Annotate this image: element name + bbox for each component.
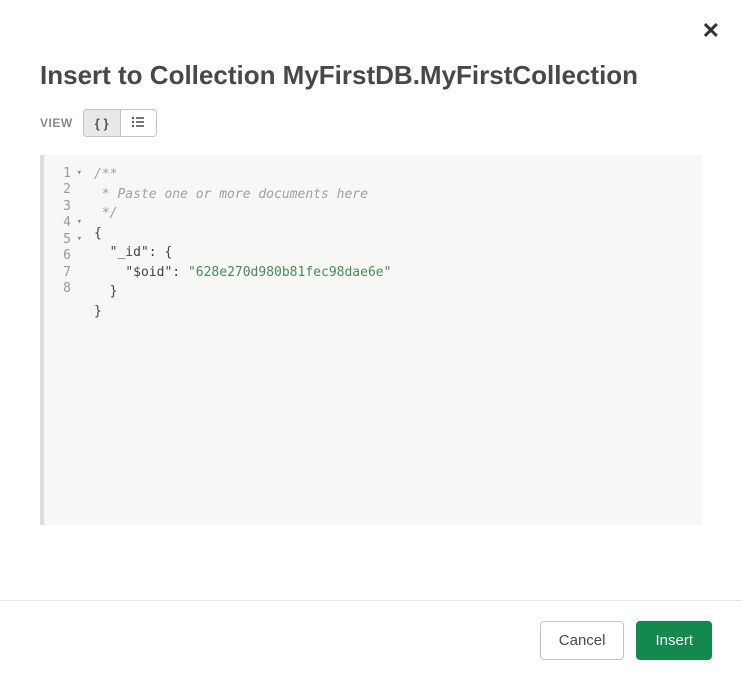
fold-icon[interactable]: ▾ xyxy=(74,216,82,230)
close-icon[interactable]: ✕ xyxy=(702,20,720,42)
dialog-body: Insert to Collection MyFirstDB.MyFirstCo… xyxy=(0,0,742,525)
editor-gutter: 1▾ 2 3 4▾ 5▾ 6 7 8 xyxy=(44,155,86,525)
line-number: 8 xyxy=(63,279,71,299)
fold-icon[interactable]: ▾ xyxy=(74,233,82,247)
code-key: "$oid" xyxy=(125,265,172,280)
view-toggle-group: { } xyxy=(83,109,157,137)
view-label: VIEW xyxy=(40,116,73,130)
dialog-title: Insert to Collection MyFirstDB.MyFirstCo… xyxy=(40,60,702,91)
code-comment: /** xyxy=(94,167,117,182)
cancel-button[interactable]: Cancel xyxy=(540,621,625,660)
code-brace: } xyxy=(94,284,117,299)
braces-icon: { } xyxy=(95,116,109,131)
code-key: "_id" xyxy=(110,245,149,260)
list-icon xyxy=(131,115,145,132)
code-brace: } xyxy=(94,304,102,319)
json-view-toggle[interactable]: { } xyxy=(84,110,120,136)
code-comment: */ xyxy=(94,206,117,221)
fold-icon[interactable]: ▾ xyxy=(74,167,82,181)
code-editor[interactable]: 1▾ 2 3 4▾ 5▾ 6 7 8 /** * Paste one or mo… xyxy=(40,155,702,525)
dialog-footer: Cancel Insert xyxy=(0,600,742,682)
code-punct: : { xyxy=(149,245,172,260)
list-view-toggle[interactable] xyxy=(120,110,156,136)
code-string: "628e270d980b81fec98dae6e" xyxy=(188,265,392,280)
code-comment: * Paste one or more documents here xyxy=(94,187,368,202)
view-toggle-row: VIEW { } xyxy=(40,109,702,137)
code-brace: { xyxy=(94,226,102,241)
code-punct: : xyxy=(172,265,188,280)
insert-button[interactable]: Insert xyxy=(636,621,712,660)
editor-content[interactable]: /** * Paste one or more documents here *… xyxy=(86,155,702,525)
